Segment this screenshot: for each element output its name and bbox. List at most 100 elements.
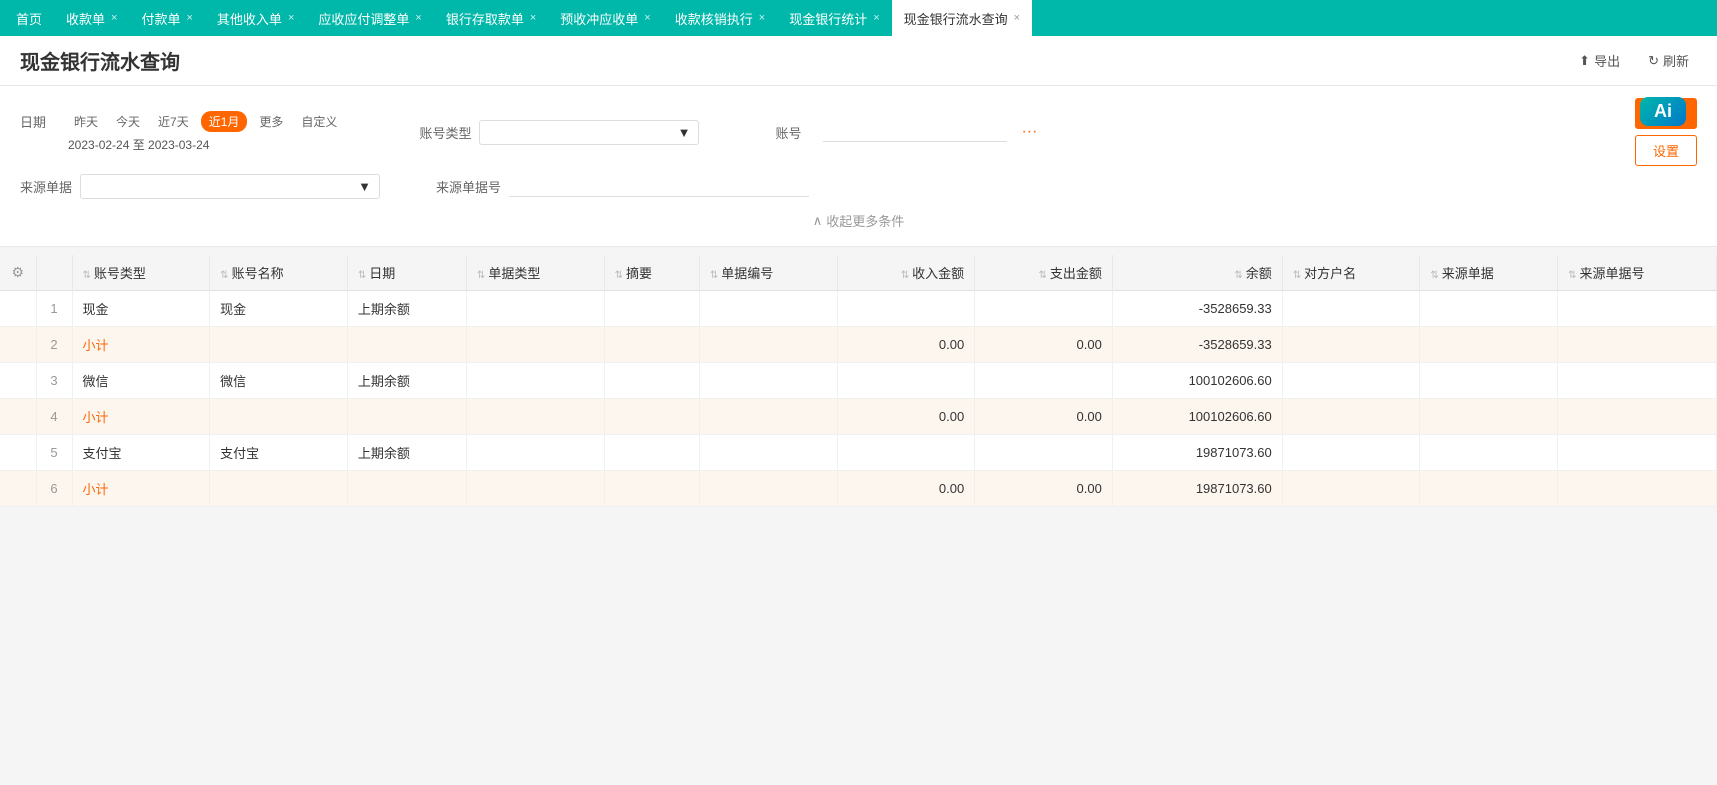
table-cell <box>466 327 604 363</box>
table-cell <box>466 471 604 507</box>
table-cell <box>1420 435 1558 471</box>
date-7days[interactable]: 近7天 <box>152 111 195 132</box>
table-cell <box>604 291 699 327</box>
source-doc-no-input[interactable] <box>509 177 809 197</box>
table-cell: 微信 <box>72 363 210 399</box>
table-cell <box>347 399 466 435</box>
gear-icon[interactable]: ⚙ <box>11 264 24 280</box>
table-cell: 19871073.60 <box>1112 435 1282 471</box>
gear-cell[interactable] <box>0 399 36 435</box>
close-icon[interactable]: × <box>759 12 765 24</box>
source-doc-no-label: 来源单据号 <box>436 177 501 196</box>
export-button[interactable]: ⬆ 导出 <box>1571 47 1628 74</box>
table-cell: 5 <box>36 435 72 471</box>
gear-cell[interactable] <box>0 291 36 327</box>
sort-icon: ⇅ <box>1430 270 1438 281</box>
date-range: 2023-02-24 至 2023-03-24 <box>68 138 209 152</box>
nav-flow-query[interactable]: 现金银行流水查询 × <box>892 0 1032 36</box>
table-cell <box>210 471 348 507</box>
date-today[interactable]: 今天 <box>110 111 146 132</box>
account-type-label: 账号类型 <box>419 123 471 142</box>
table-cell <box>604 327 699 363</box>
collapse-bar[interactable]: ∧ 收起更多条件 <box>20 207 1697 234</box>
table-cell: 0.00 <box>837 399 975 435</box>
close-icon[interactable]: × <box>415 12 421 24</box>
table-header-row: ⚙ ⇅账号类型 ⇅账号名称 ⇅日期 ⇅单据类型 ⇅摘要 <box>0 255 1717 291</box>
close-icon[interactable]: × <box>186 12 192 24</box>
table-cell <box>1558 399 1717 435</box>
close-icon[interactable]: × <box>1014 12 1020 24</box>
table-body: 1现金现金上期余额-3528659.332小计0.000.00-3528659.… <box>0 291 1717 507</box>
close-icon[interactable]: × <box>530 12 536 24</box>
gear-cell[interactable] <box>0 471 36 507</box>
table-cell: 100102606.60 <box>1112 363 1282 399</box>
sort-icon: ⇅ <box>220 270 228 281</box>
table-cell <box>837 363 975 399</box>
gear-cell[interactable] <box>0 363 36 399</box>
doc-type-column-header: ⇅单据类型 <box>466 255 604 291</box>
date-1month[interactable]: 近1月 <box>201 111 248 132</box>
sort-icon: ⇅ <box>1293 270 1301 281</box>
table-cell <box>1558 435 1717 471</box>
date-yesterday[interactable]: 昨天 <box>68 111 104 132</box>
nav-adjustment[interactable]: 应收应付调整单 × <box>306 0 433 36</box>
account-input[interactable] <box>823 122 1007 142</box>
settings-button[interactable]: 设置 <box>1635 135 1697 166</box>
refresh-button[interactable]: ↻ 刷新 <box>1640 47 1697 74</box>
nav-receipt[interactable]: 收款单 × <box>54 0 129 36</box>
page-header: 现金银行流水查询 ⬆ 导出 ↻ 刷新 <box>0 36 1717 86</box>
summary-column-header: ⇅摘要 <box>604 255 699 291</box>
table-cell <box>466 363 604 399</box>
table-cell <box>210 399 348 435</box>
table-cell <box>975 363 1113 399</box>
nav-bank-deposit[interactable]: 银行存取款单 × <box>434 0 548 36</box>
date-label: 日期 <box>20 112 60 131</box>
nav-other-income[interactable]: 其他收入单 × <box>205 0 306 36</box>
table-cell: 上期余额 <box>347 291 466 327</box>
ai-badge[interactable]: Ai <box>1640 97 1686 126</box>
nav-advance[interactable]: 预收冲应收单 × <box>548 0 662 36</box>
account-type-select[interactable]: ▼ <box>479 120 699 145</box>
table-cell <box>1558 291 1717 327</box>
dots-button[interactable]: ··· <box>1015 123 1043 141</box>
top-nav: 首页 收款单 × 付款单 × 其他收入单 × 应收应付调整单 × 银行存取款单 … <box>0 0 1717 36</box>
close-icon[interactable]: × <box>288 12 294 24</box>
gear-cell[interactable] <box>0 435 36 471</box>
counterparty-column-header: ⇅对方户名 <box>1282 255 1420 291</box>
table-cell <box>604 399 699 435</box>
close-icon[interactable]: × <box>111 12 117 24</box>
sort-icon: ⇅ <box>477 270 485 281</box>
table-cell <box>699 399 837 435</box>
sort-icon: ⇅ <box>83 270 91 281</box>
table-cell <box>1282 327 1420 363</box>
table-cell: 微信 <box>210 363 348 399</box>
data-table: ⚙ ⇅账号类型 ⇅账号名称 ⇅日期 ⇅单据类型 ⇅摘要 <box>0 255 1717 507</box>
table-cell <box>1558 363 1717 399</box>
close-icon[interactable]: × <box>644 12 650 24</box>
date-more[interactable]: 更多 <box>253 111 289 132</box>
nav-payment[interactable]: 付款单 × <box>129 0 204 36</box>
nav-home[interactable]: 首页 <box>4 0 54 36</box>
source-doc-select[interactable]: ▼ <box>80 174 380 199</box>
filter-row-source: 来源单据 ▼ 来源单据号 <box>20 174 1697 199</box>
chevron-up-icon: ∧ <box>813 213 823 229</box>
table-row: 1现金现金上期余额-3528659.33 <box>0 291 1717 327</box>
table-cell <box>699 363 837 399</box>
chevron-down-icon: ▼ <box>358 179 371 194</box>
sort-icon: ⇅ <box>710 270 718 281</box>
filter-row-date: 日期 昨天 今天 近7天 近1月 更多 自定义 2023-02-24 至 202… <box>20 98 1697 166</box>
filter-area: 日期 昨天 今天 近7天 近1月 更多 自定义 2023-02-24 至 202… <box>0 86 1717 247</box>
table-row: 6小计0.000.0019871073.60 <box>0 471 1717 507</box>
table-cell <box>604 435 699 471</box>
table-cell <box>1420 291 1558 327</box>
table-cell <box>1420 363 1558 399</box>
nav-verify[interactable]: 收款核销执行 × <box>663 0 777 36</box>
nav-stats[interactable]: 现金银行统计 × <box>777 0 891 36</box>
close-icon[interactable]: × <box>873 12 879 24</box>
table-cell <box>1420 327 1558 363</box>
gear-cell[interactable] <box>0 327 36 363</box>
account-name-column-header: ⇅账号名称 <box>210 255 348 291</box>
table-cell: 0.00 <box>837 327 975 363</box>
table-cell: 支付宝 <box>210 435 348 471</box>
date-custom[interactable]: 自定义 <box>295 111 343 132</box>
